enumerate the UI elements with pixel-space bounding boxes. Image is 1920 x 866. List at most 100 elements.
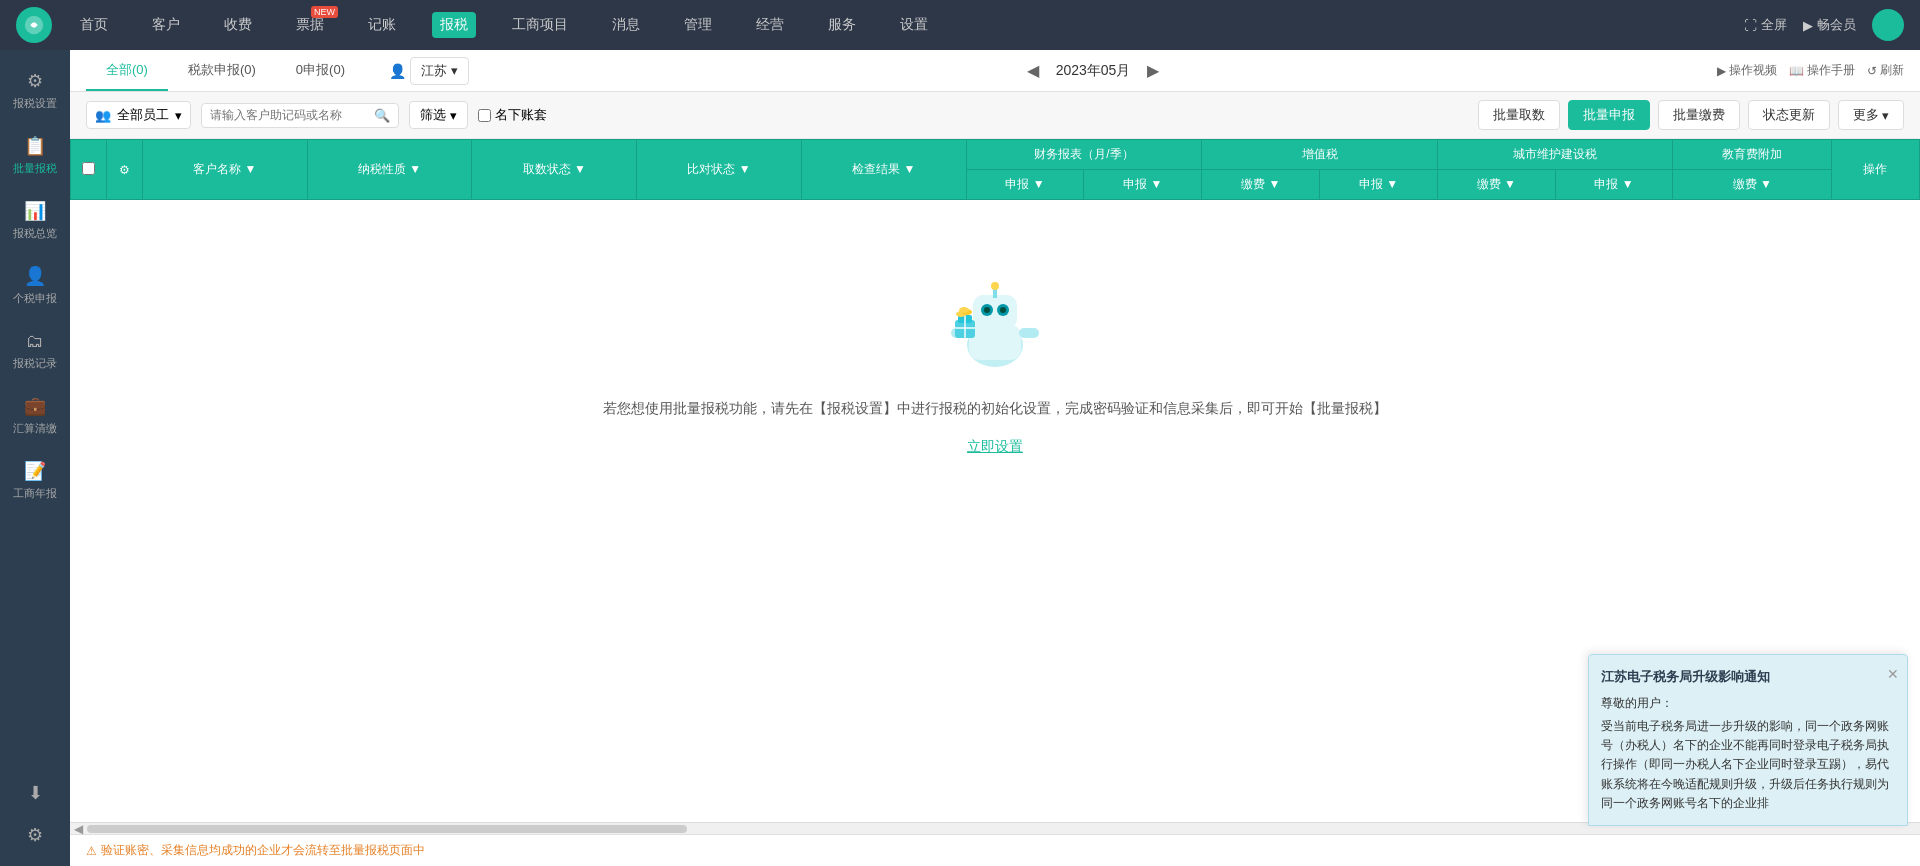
nav-bookkeeping[interactable]: 记账: [360, 12, 404, 38]
th-education-surcharge: 教育费附加: [1673, 140, 1831, 170]
th-compare-status: 比对状态 ▼: [637, 140, 802, 200]
annual-report-icon: 📝: [24, 460, 46, 482]
sidebar-item-download[interactable]: ⬇: [0, 772, 70, 814]
nav-operation[interactable]: 经营: [748, 12, 792, 38]
batch-declare-btn[interactable]: 批量申报: [1568, 100, 1650, 130]
sidebar-item-settings[interactable]: ⚙: [0, 814, 70, 856]
video-icon: ▶: [1717, 64, 1726, 78]
province-selector[interactable]: 江苏 ▾: [410, 57, 469, 85]
app-logo[interactable]: [16, 7, 52, 43]
svg-rect-3: [973, 295, 1017, 329]
content-area: ⚙ 客户名称 ▼ 纳税性质 ▼ 取数状态 ▼ 比对状态 ▼ 检查结果 ▼ 财务报…: [70, 139, 1920, 866]
sidebar-item-settlement[interactable]: 💼 汇算清缴: [0, 385, 70, 446]
scroll-thumb[interactable]: [87, 825, 687, 833]
tax-settings-icon: ⚙: [24, 70, 46, 92]
nav-tax[interactable]: 报税: [432, 12, 476, 38]
th-city-pay: 缴费 ▼: [1437, 170, 1555, 200]
top-navigation: 首页 客户 收费 票据 NEW 记账 报税 工商项目 消息 管理 经营 服务 设…: [0, 0, 1920, 50]
tab-tax-declaration[interactable]: 税款申报(0): [168, 51, 276, 91]
refresh-icon: ↺: [1867, 64, 1877, 78]
notification-panel: ✕ 江苏电子税务局升级影响通知 尊敬的用户： 受当前电子税务局进一步升级的影响，…: [1588, 654, 1908, 826]
th-checkbox: [71, 140, 107, 200]
select-all-checkbox[interactable]: [82, 162, 95, 175]
setup-link[interactable]: 立即设置: [967, 438, 1023, 456]
th-settings[interactable]: ⚙: [107, 140, 143, 200]
svg-rect-14: [964, 315, 966, 338]
th-operation: 操作: [1831, 140, 1919, 200]
main-content: 全部(0) 税款申报(0) 0申报(0) 👤 江苏 ▾ ◀ 2023年05月 ▶: [70, 50, 1920, 866]
nav-fee[interactable]: 收费: [216, 12, 260, 38]
nav-service[interactable]: 服务: [820, 12, 864, 38]
batch-pay-btn[interactable]: 批量缴费: [1658, 100, 1740, 130]
accounts-checkbox[interactable]: [478, 109, 491, 122]
scroll-left-arrow[interactable]: ◀: [74, 822, 83, 836]
fullscreen-icon: ⛶: [1744, 18, 1757, 33]
th-fetch-status: 取数状态 ▼: [472, 140, 637, 200]
next-month-btn[interactable]: ▶: [1141, 59, 1165, 83]
tab-all[interactable]: 全部(0): [86, 51, 168, 91]
filter-dropdown-icon: ▾: [450, 108, 457, 123]
sidebar-item-tax-records[interactable]: 🗂 报税记录: [0, 320, 70, 381]
tab-bar: 全部(0) 税款申报(0) 0申报(0) 👤 江苏 ▾ ◀ 2023年05月 ▶: [70, 50, 1920, 92]
member-btn[interactable]: ▶ 畅会员: [1803, 16, 1856, 34]
notification-salutation: 尊敬的用户：: [1601, 694, 1895, 713]
nav-message[interactable]: 消息: [604, 12, 648, 38]
th-city-declare: 申报 ▼: [1320, 170, 1438, 200]
new-badge: NEW: [311, 6, 338, 18]
tax-records-icon: 🗂: [24, 330, 46, 352]
sidebar-item-tax-settings[interactable]: ⚙ 报税设置: [0, 60, 70, 121]
province-person-icon: 👤: [389, 63, 406, 79]
tax-overview-icon: 📊: [24, 200, 46, 222]
nav-manage[interactable]: 管理: [676, 12, 720, 38]
tab-zero-declaration[interactable]: 0申报(0): [276, 51, 365, 91]
date-navigator: ◀ 2023年05月 ▶: [1021, 59, 1165, 83]
empty-state: 若您想使用批量报税功能，请先在【报税设置】中进行报税的初始化设置，完成密码验证和…: [70, 200, 1920, 496]
notification-title: 江苏电子税务局升级影响通知: [1601, 667, 1895, 688]
filter-row-right: 批量取数 批量申报 批量缴费 状态更新 更多 ▾: [1478, 100, 1904, 130]
more-btn[interactable]: 更多 ▾: [1838, 100, 1904, 130]
sidebar: ⚙ 报税设置 📋 批量报税 📊 报税总览 👤 个税申报 🗂 报税记录 💼 汇算清…: [0, 50, 70, 866]
status-warning: ⚠ 验证账密、采集信息均成功的企业才会流转至批量报税页面中: [86, 842, 425, 859]
nav-invoice[interactable]: 票据 NEW: [288, 12, 332, 38]
filter-row: 👥 全部员工 ▾ 🔍 筛选 ▾ 名下账套 批量取数 批量申报 批量缴费 状态更新: [70, 92, 1920, 139]
sidebar-item-personal-tax[interactable]: 👤 个税申报: [0, 255, 70, 316]
notification-close-btn[interactable]: ✕: [1887, 663, 1899, 685]
nav-settings[interactable]: 设置: [892, 12, 936, 38]
book-icon: 📖: [1789, 64, 1804, 78]
th-edu-declare: 申报 ▼: [1555, 170, 1673, 200]
accounts-checkbox-label[interactable]: 名下账套: [478, 106, 547, 124]
sidebar-item-annual-report[interactable]: 📝 工商年报: [0, 450, 70, 511]
search-icon[interactable]: 🔍: [374, 108, 390, 123]
robot-illustration: [935, 260, 1055, 380]
operation-video-btn[interactable]: ▶ 操作视频: [1717, 62, 1777, 79]
th-vat-pay: 缴费 ▼: [1202, 170, 1320, 200]
user-avatar[interactable]: [1872, 9, 1904, 41]
th-customer-name: 客户名称 ▼: [143, 140, 308, 200]
refresh-btn[interactable]: ↺ 刷新: [1867, 62, 1904, 79]
prev-month-btn[interactable]: ◀: [1021, 59, 1045, 83]
search-input[interactable]: [210, 108, 370, 122]
nav-industrial[interactable]: 工商项目: [504, 12, 576, 38]
svg-rect-11: [1019, 328, 1039, 338]
filter-button[interactable]: 筛选 ▾: [409, 101, 468, 129]
member-icon: ▶: [1803, 18, 1813, 33]
operation-manual-btn[interactable]: 📖 操作手册: [1789, 62, 1855, 79]
main-layout: ⚙ 报税设置 📋 批量报税 📊 报税总览 👤 个税申报 🗂 报税记录 💼 汇算清…: [0, 50, 1920, 866]
sidebar-item-batch-tax[interactable]: 📋 批量报税: [0, 125, 70, 186]
svg-point-18: [959, 307, 969, 313]
sidebar-item-tax-overview[interactable]: 📊 报税总览: [0, 190, 70, 251]
staff-icon: 👥: [95, 108, 111, 123]
nav-customer[interactable]: 客户: [144, 12, 188, 38]
fullscreen-btn[interactable]: ⛶ 全屏: [1744, 16, 1787, 34]
batch-fetch-btn[interactable]: 批量取数: [1478, 100, 1560, 130]
settings-icon: ⚙: [24, 824, 46, 846]
sidebar-bottom: ⬇ ⚙: [0, 772, 70, 866]
th-tax-type: 纳税性质 ▼: [307, 140, 472, 200]
status-update-btn[interactable]: 状态更新: [1748, 100, 1830, 130]
th-financial-declare: 申报 ▼: [966, 170, 1084, 200]
empty-message: 若您想使用批量报税功能，请先在【报税设置】中进行报税的初始化设置，完成密码验证和…: [603, 400, 1387, 418]
bottom-bar: ⚠ 验证账密、采集信息均成功的企业才会流转至批量报税页面中: [70, 834, 1920, 866]
svg-point-9: [991, 282, 999, 290]
staff-select[interactable]: 👥 全部员工 ▾: [86, 101, 191, 129]
nav-home[interactable]: 首页: [72, 12, 116, 38]
